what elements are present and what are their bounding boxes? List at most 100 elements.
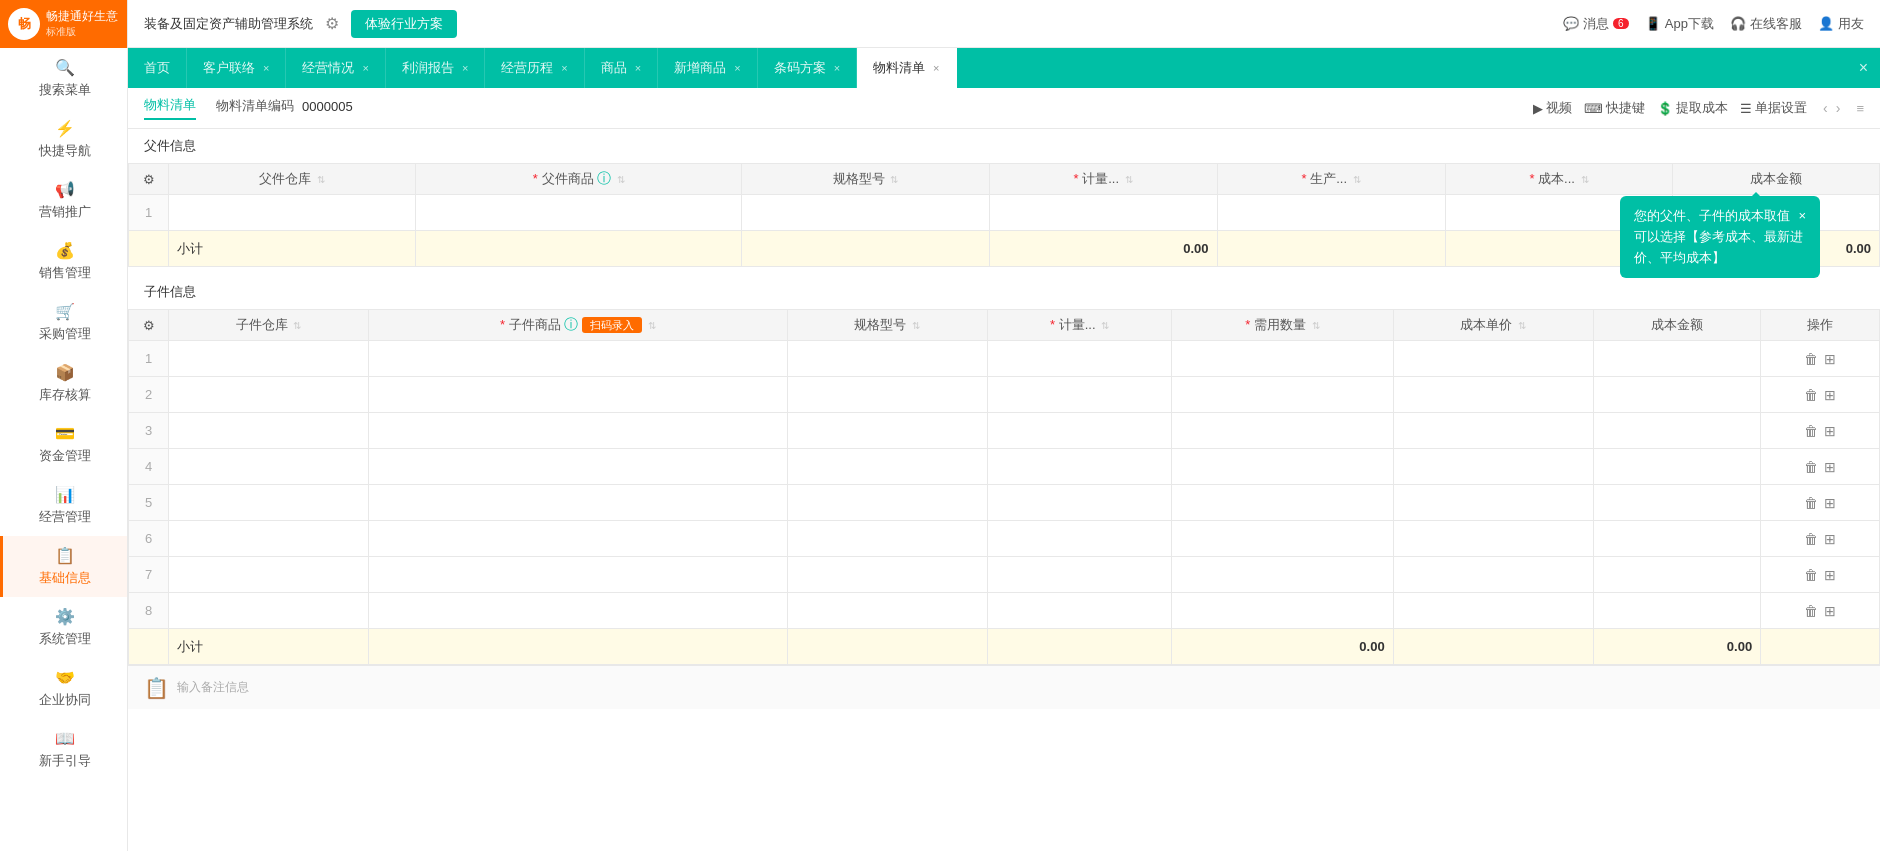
child-row-2-spec[interactable]	[787, 377, 987, 413]
delete-icon[interactable]: 🗑	[1804, 387, 1818, 403]
notes-placeholder[interactable]: 输入备注信息	[177, 679, 249, 696]
child-row-1-qty[interactable]	[1172, 341, 1393, 377]
prev-arrow[interactable]: ‹	[1819, 100, 1832, 116]
sidebar-item-search[interactable]: 🔍 搜索菜单	[0, 48, 127, 109]
child-row-2-amount[interactable]	[1593, 377, 1760, 413]
shortcut-action[interactable]: ⌨ 快捷键	[1584, 99, 1645, 117]
child-row-6-unit-cost[interactable]	[1393, 521, 1593, 557]
child-row-8-amount[interactable]	[1593, 593, 1760, 629]
child-row-8-unit[interactable]	[987, 593, 1172, 629]
child-row-7-spec[interactable]	[787, 557, 987, 593]
copy-icon[interactable]: ⊞	[1824, 459, 1836, 475]
child-row-7-unit-cost[interactable]	[1393, 557, 1593, 593]
tab-barcode[interactable]: 条码方案 ×	[758, 48, 857, 88]
sidebar-item-finance[interactable]: 💳 资金管理	[0, 414, 127, 475]
delete-icon[interactable]: 🗑	[1804, 423, 1818, 439]
delete-icon[interactable]: 🗑	[1804, 351, 1818, 367]
child-row-8-warehouse[interactable]	[169, 593, 369, 629]
tab-customers[interactable]: 客户联络 ×	[187, 48, 286, 88]
child-row-6-qty[interactable]	[1172, 521, 1393, 557]
parent-product-info-icon[interactable]: ⓘ	[597, 170, 611, 186]
child-row-1-warehouse[interactable]	[169, 341, 369, 377]
tab-new-goods[interactable]: 新增商品 ×	[658, 48, 757, 88]
tab-bom[interactable]: 物料清单 ×	[857, 48, 956, 88]
app-download-action[interactable]: 📱 App下载	[1645, 15, 1714, 33]
child-row-5-warehouse[interactable]	[169, 485, 369, 521]
next-arrow[interactable]: ›	[1832, 100, 1845, 116]
trial-button[interactable]: 体验行业方案	[351, 10, 457, 38]
online-service-action[interactable]: 🎧 在线客服	[1730, 15, 1802, 33]
child-row-4-spec[interactable]	[787, 449, 987, 485]
tab-history[interactable]: 经营历程 ×	[485, 48, 584, 88]
user-action[interactable]: 👤 用友	[1818, 15, 1864, 33]
sidebar-item-collab[interactable]: 🤝 企业协同	[0, 658, 127, 719]
sidebar-item-basic[interactable]: 📋 基础信息	[0, 536, 127, 597]
child-row-3-product[interactable]	[369, 413, 787, 449]
child-row-4-qty[interactable]	[1172, 449, 1393, 485]
parent-row-1-warehouse[interactable]	[169, 195, 416, 231]
extract-cost-action[interactable]: 💲 提取成本	[1657, 99, 1728, 117]
child-row-2-warehouse[interactable]	[169, 377, 369, 413]
child-row-4-unit[interactable]	[987, 449, 1172, 485]
sidebar-item-purchase[interactable]: 🛒 采购管理	[0, 292, 127, 353]
parent-row-1-produce[interactable]	[1217, 195, 1445, 231]
child-row-3-unit[interactable]	[987, 413, 1172, 449]
close-all-tabs[interactable]: ×	[1847, 59, 1880, 77]
child-product-info-icon[interactable]: ⓘ	[564, 316, 578, 332]
delete-icon[interactable]: 🗑	[1804, 459, 1818, 475]
tab-goods-close[interactable]: ×	[635, 62, 641, 74]
grid-view-icon[interactable]: ≡	[1856, 101, 1864, 116]
child-col-settings[interactable]: ⚙	[129, 310, 169, 341]
copy-icon[interactable]: ⊞	[1824, 567, 1836, 583]
child-row-3-spec[interactable]	[787, 413, 987, 449]
child-row-5-amount[interactable]	[1593, 485, 1760, 521]
child-row-5-spec[interactable]	[787, 485, 987, 521]
child-row-6-spec[interactable]	[787, 521, 987, 557]
tab-customers-close[interactable]: ×	[263, 62, 269, 74]
child-row-7-qty[interactable]	[1172, 557, 1393, 593]
child-row-2-unit-cost[interactable]	[1393, 377, 1593, 413]
parent-col-settings[interactable]: ⚙	[129, 164, 169, 195]
child-row-4-unit-cost[interactable]	[1393, 449, 1593, 485]
child-row-1-amount[interactable]	[1593, 341, 1760, 377]
scan-button[interactable]: 扫码录入	[582, 317, 642, 333]
copy-icon[interactable]: ⊞	[1824, 603, 1836, 619]
child-row-7-amount[interactable]	[1593, 557, 1760, 593]
sidebar-item-guide[interactable]: 📖 新手引导	[0, 719, 127, 780]
copy-icon[interactable]: ⊞	[1824, 351, 1836, 367]
tab-barcode-close[interactable]: ×	[834, 62, 840, 74]
child-row-2-unit[interactable]	[987, 377, 1172, 413]
video-action[interactable]: ▶ 视频	[1533, 99, 1572, 117]
sidebar-item-inventory[interactable]: 📦 库存核算	[0, 353, 127, 414]
copy-icon[interactable]: ⊞	[1824, 531, 1836, 547]
child-row-3-warehouse[interactable]	[169, 413, 369, 449]
sidebar-item-system[interactable]: ⚙️ 系统管理	[0, 597, 127, 658]
child-row-5-product[interactable]	[369, 485, 787, 521]
child-row-1-unit[interactable]	[987, 341, 1172, 377]
parent-row-1-spec[interactable]	[742, 195, 989, 231]
copy-icon[interactable]: ⊞	[1824, 387, 1836, 403]
child-row-4-amount[interactable]	[1593, 449, 1760, 485]
child-row-5-qty[interactable]	[1172, 485, 1393, 521]
child-row-4-warehouse[interactable]	[169, 449, 369, 485]
child-row-1-product[interactable]	[369, 341, 787, 377]
sidebar-item-operation[interactable]: 📊 经营管理	[0, 475, 127, 536]
child-row-6-unit[interactable]	[987, 521, 1172, 557]
tab-history-close[interactable]: ×	[561, 62, 567, 74]
tab-home[interactable]: 首页	[128, 48, 187, 88]
child-row-5-unit[interactable]	[987, 485, 1172, 521]
delete-icon[interactable]: 🗑	[1804, 567, 1818, 583]
tab-new-goods-close[interactable]: ×	[734, 62, 740, 74]
child-row-6-amount[interactable]	[1593, 521, 1760, 557]
child-row-2-product[interactable]	[369, 377, 787, 413]
sidebar-item-quicknav[interactable]: ⚡ 快捷导航	[0, 109, 127, 170]
child-row-6-product[interactable]	[369, 521, 787, 557]
child-row-8-unit-cost[interactable]	[1393, 593, 1593, 629]
child-row-8-spec[interactable]	[787, 593, 987, 629]
settings-icon[interactable]: ⚙	[325, 14, 339, 33]
parent-row-1-product[interactable]	[416, 195, 742, 231]
child-row-7-warehouse[interactable]	[169, 557, 369, 593]
child-row-1-unit-cost[interactable]	[1393, 341, 1593, 377]
child-row-7-product[interactable]	[369, 557, 787, 593]
sub-tab-bom[interactable]: 物料清单	[144, 96, 196, 120]
